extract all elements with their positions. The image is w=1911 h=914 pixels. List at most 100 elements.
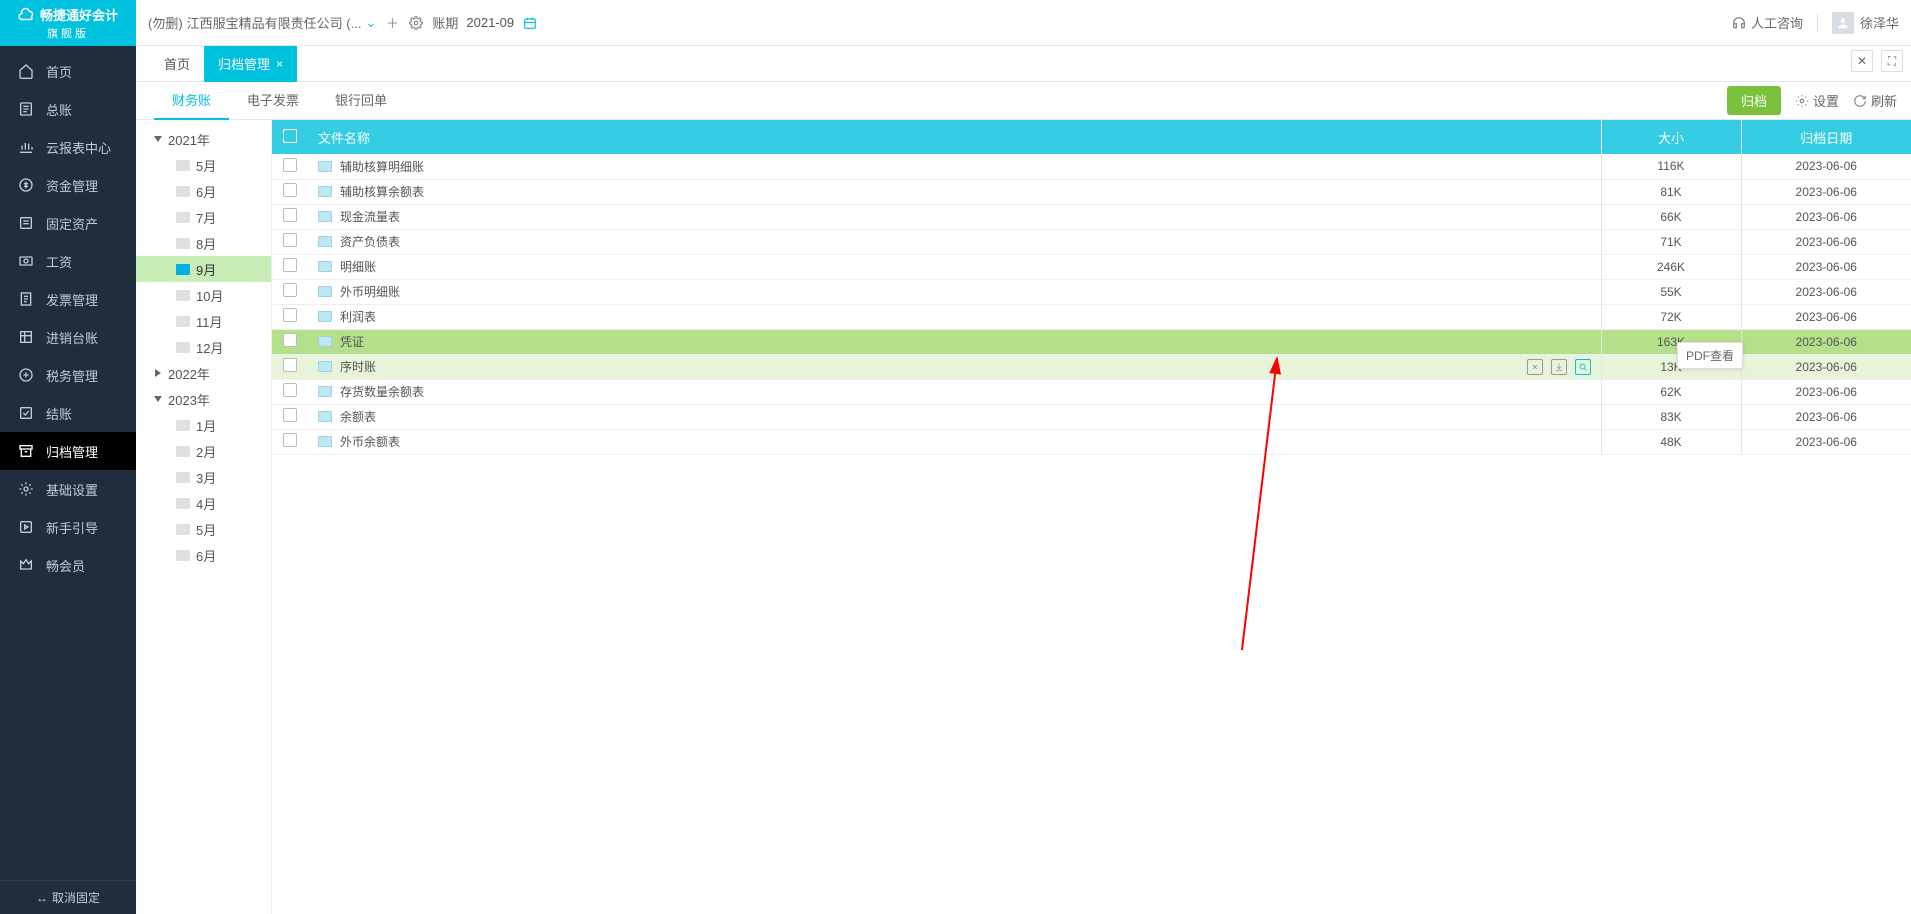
- file-name: 利润表: [340, 308, 376, 325]
- table-row[interactable]: 明细账246K2023-06-06: [272, 254, 1911, 279]
- sidebar-item-funds[interactable]: 资金管理: [0, 166, 136, 204]
- table-row[interactable]: 资产负债表71K2023-06-06: [272, 229, 1911, 254]
- sidebar-item-home[interactable]: 首页: [0, 52, 136, 90]
- tree-year-label: 2023年: [168, 390, 210, 409]
- settings-link[interactable]: 设置: [1795, 91, 1839, 110]
- table-row[interactable]: 现金流量表66K2023-06-06: [272, 204, 1911, 229]
- sidebar-item-assets[interactable]: 固定资产: [0, 204, 136, 242]
- tree-month[interactable]: 5月: [136, 152, 271, 178]
- select-all-checkbox[interactable]: [283, 129, 297, 143]
- archive-button[interactable]: 归档: [1727, 86, 1781, 115]
- gear-icon[interactable]: [408, 15, 424, 31]
- org-prefix: (勿删): [148, 13, 183, 32]
- table-row[interactable]: 存货数量余额表62K2023-06-06: [272, 379, 1911, 404]
- sidebar-item-ledger[interactable]: 总账: [0, 90, 136, 128]
- table-row[interactable]: 凭证163K2023-06-06: [272, 329, 1911, 354]
- sidebar-item-guide[interactable]: 新手引导: [0, 508, 136, 546]
- tree-month[interactable]: 8月: [136, 230, 271, 256]
- tree-month[interactable]: 3月: [136, 464, 271, 490]
- row-checkbox[interactable]: [283, 383, 297, 397]
- sidebar-item-label: 新手引导: [46, 518, 98, 537]
- file-name: 存货数量余额表: [340, 383, 424, 400]
- sidebar-item-inventory[interactable]: 进销台账: [0, 318, 136, 356]
- col-header-date: 归档日期: [1741, 120, 1911, 154]
- row-checkbox[interactable]: [283, 258, 297, 272]
- sidebar-item-archive[interactable]: 归档管理: [0, 432, 136, 470]
- user-menu[interactable]: 徐泽华: [1832, 12, 1899, 34]
- table-row[interactable]: 外币余额表48K2023-06-06: [272, 429, 1911, 454]
- subtab-einvoice-label: 电子发票: [247, 90, 299, 109]
- org-selector[interactable]: (勿删) 江西服宝精品有限责任公司 (... ⌄: [148, 13, 376, 32]
- pdf-view-icon[interactable]: [1575, 359, 1591, 375]
- tree-year[interactable]: 2022年: [136, 360, 271, 386]
- table-row[interactable]: 辅助核算余额表81K2023-06-06: [272, 179, 1911, 204]
- subtab-einvoice[interactable]: 电子发票: [229, 82, 317, 120]
- org-name: 江西服宝精品有限责任公司 (...: [187, 13, 362, 32]
- row-checkbox[interactable]: [283, 358, 297, 372]
- tree-month[interactable]: 5月: [136, 516, 271, 542]
- tree-month[interactable]: 6月: [136, 178, 271, 204]
- chart-icon: [18, 139, 34, 155]
- tree-month[interactable]: 2月: [136, 438, 271, 464]
- tree-month[interactable]: 4月: [136, 490, 271, 516]
- sidebar-item-report[interactable]: 云报表中心: [0, 128, 136, 166]
- sidebar-item-salary[interactable]: 工资: [0, 242, 136, 280]
- tab-home[interactable]: 首页: [150, 46, 204, 82]
- period-value[interactable]: 2021-09: [466, 15, 514, 30]
- tree-month[interactable]: 1月: [136, 412, 271, 438]
- sidebar-item-close[interactable]: 结账: [0, 394, 136, 432]
- row-checkbox[interactable]: [283, 333, 297, 347]
- tree-year[interactable]: 2023年: [136, 386, 271, 412]
- window-close-icon[interactable]: ✕: [1851, 50, 1873, 72]
- file-size: 81K: [1601, 179, 1741, 204]
- row-checkbox[interactable]: [283, 233, 297, 247]
- tree-month-label: 3月: [196, 468, 216, 487]
- human-service-button[interactable]: 人工咨询: [1731, 13, 1803, 32]
- row-checkbox[interactable]: [283, 208, 297, 222]
- file-icon: [318, 336, 332, 347]
- tree-year[interactable]: 2021年: [136, 126, 271, 152]
- tree-month[interactable]: 11月: [136, 308, 271, 334]
- add-icon[interactable]: ＋: [384, 15, 400, 31]
- table-row[interactable]: 辅助核算明细账116K2023-06-06: [272, 154, 1911, 179]
- tree-month[interactable]: 10月: [136, 282, 271, 308]
- row-checkbox[interactable]: [283, 283, 297, 297]
- unpin-button[interactable]: ↔ 取消固定: [0, 880, 136, 914]
- row-checkbox[interactable]: [283, 408, 297, 422]
- tree-month[interactable]: 6月: [136, 542, 271, 568]
- sidebar-item-label: 畅会员: [46, 556, 85, 575]
- subtab-bank[interactable]: 银行回单: [317, 82, 405, 120]
- folder-icon: [176, 420, 190, 431]
- tree-month[interactable]: 12月: [136, 334, 271, 360]
- assets-icon: [18, 215, 34, 231]
- close-icon[interactable]: ×: [276, 57, 283, 71]
- calendar-icon[interactable]: [522, 15, 538, 31]
- tree-month-label: 2月: [196, 442, 216, 461]
- row-checkbox[interactable]: [283, 158, 297, 172]
- subtab-finance[interactable]: 财务账: [154, 82, 229, 120]
- tree-month-label: 8月: [196, 234, 216, 253]
- sidebar-item-label: 进销台账: [46, 328, 98, 347]
- table-row[interactable]: 序时账13K2023-06-06: [272, 354, 1911, 379]
- fullscreen-icon[interactable]: ⛶: [1881, 50, 1903, 72]
- refresh-link[interactable]: 刷新: [1853, 91, 1897, 110]
- row-checkbox[interactable]: [283, 433, 297, 447]
- sidebar-item-invoice[interactable]: 发票管理: [0, 280, 136, 318]
- divider: [1817, 14, 1818, 32]
- tree-month[interactable]: 7月: [136, 204, 271, 230]
- table-row[interactable]: 外币明细账55K2023-06-06: [272, 279, 1911, 304]
- sidebar-item-member[interactable]: 畅会员: [0, 546, 136, 584]
- row-checkbox[interactable]: [283, 308, 297, 322]
- table-row[interactable]: 余额表83K2023-06-06: [272, 404, 1911, 429]
- download-excel-icon[interactable]: [1527, 359, 1543, 375]
- sidebar-item-settings[interactable]: 基础设置: [0, 470, 136, 508]
- tree-month[interactable]: 9月: [136, 256, 271, 282]
- tab-archive[interactable]: 归档管理 ×: [204, 46, 297, 82]
- download-pdf-icon[interactable]: [1551, 359, 1567, 375]
- row-checkbox[interactable]: [283, 183, 297, 197]
- sidebar-item-tax[interactable]: 税务管理: [0, 356, 136, 394]
- table-row[interactable]: 利润表72K2023-06-06: [272, 304, 1911, 329]
- tree-month-label: 1月: [196, 416, 216, 435]
- topbar: (勿删) 江西服宝精品有限责任公司 (... ⌄ ＋ 账期 2021-09 人工…: [136, 0, 1911, 46]
- tree-toggle-icon: [155, 369, 161, 377]
